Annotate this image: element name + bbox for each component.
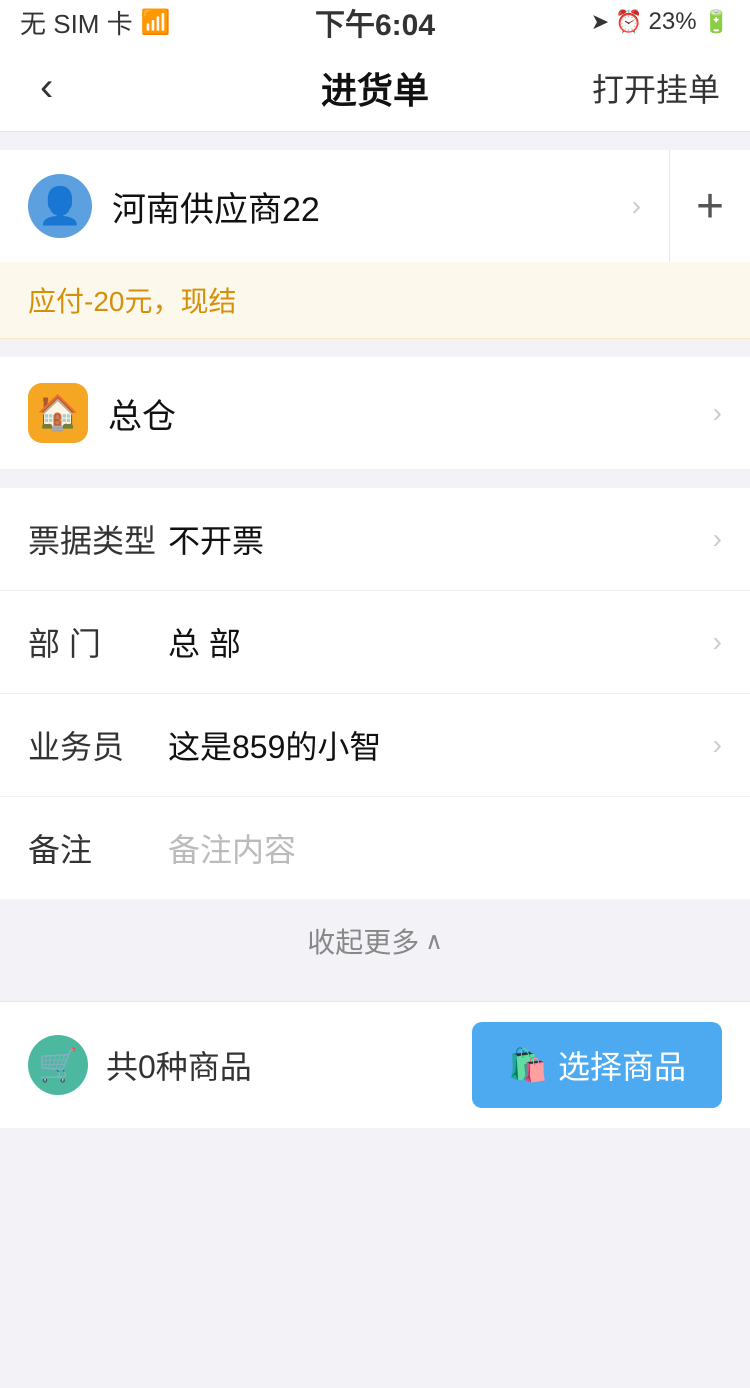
status-time: 下午6:04	[315, 0, 435, 44]
invoice-type-chevron-icon: ›	[713, 523, 722, 555]
supplier-section: 👤 河南供应商22 › +	[0, 150, 750, 262]
battery-label: 23%	[649, 8, 697, 36]
salesperson-value: 这是859的小智	[158, 722, 713, 768]
salesperson-chevron-icon: ›	[713, 729, 722, 761]
remark-row[interactable]: 备注 备注内容	[0, 797, 750, 899]
sim-label: 无 SIM 卡	[20, 4, 133, 41]
open-pending-button[interactable]: 打开挂单	[592, 65, 720, 111]
remark-placeholder: 备注内容	[158, 825, 722, 871]
warehouse-icon-bg: 🏠	[28, 383, 88, 443]
department-value: 总 部	[158, 619, 713, 665]
invoice-type-value: 不开票	[158, 516, 713, 562]
supplier-chevron-icon: ›	[632, 190, 641, 222]
section-gap-1	[0, 132, 750, 150]
product-count-label: 共0种商品	[106, 1042, 472, 1088]
alarm-icon: ⏰	[615, 9, 642, 35]
supplier-name: 河南供应商22	[112, 182, 632, 231]
select-product-cart-icon: 🛍️	[508, 1046, 548, 1084]
select-product-button[interactable]: 🛍️ 选择商品	[472, 1022, 722, 1108]
department-row[interactable]: 部 门 总 部 ›	[0, 591, 750, 694]
add-supplier-button[interactable]: +	[670, 150, 750, 262]
notice-banner: 应付-20元，现结	[0, 262, 750, 339]
salesperson-row[interactable]: 业务员 这是859的小智 ›	[0, 694, 750, 797]
cart-icon: 🛒	[38, 1046, 78, 1084]
location-icon: ➤	[591, 9, 609, 35]
warehouse-label: 总仓	[108, 389, 713, 438]
back-button[interactable]: ‹	[30, 55, 63, 120]
collapse-arrow-icon: ∧	[425, 927, 443, 956]
status-bar: 无 SIM 卡 📶 下午6:04 ➤ ⏰ 23% 🔋	[0, 0, 750, 44]
remark-label: 备注	[28, 825, 158, 871]
invoice-type-row[interactable]: 票据类型 不开票 ›	[0, 488, 750, 591]
content-background	[0, 1128, 750, 1388]
avatar-icon: 👤	[38, 185, 83, 227]
section-gap-3	[0, 983, 750, 1001]
product-cart-icon-bg: 🛒	[28, 1035, 88, 1095]
select-product-button-label: 选择商品	[558, 1042, 686, 1088]
department-chevron-icon: ›	[713, 626, 722, 658]
collapse-row[interactable]: 收起更多 ∧	[0, 899, 750, 983]
plus-icon: +	[696, 179, 724, 234]
battery-icon: 🔋	[703, 9, 730, 35]
warehouse-row[interactable]: 🏠 总仓 ›	[0, 357, 750, 470]
form-section: 票据类型 不开票 › 部 门 总 部 › 业务员 这是859的小智 › 备注 备…	[0, 488, 750, 899]
warehouse-emoji-icon: 🏠	[37, 393, 79, 433]
department-label: 部 门	[28, 619, 158, 665]
warehouse-section: 🏠 总仓 ›	[0, 357, 750, 470]
section-gap-2	[0, 339, 750, 357]
collapse-label: 收起更多	[307, 921, 419, 961]
status-right: ➤ ⏰ 23% 🔋	[591, 8, 730, 36]
invoice-type-label: 票据类型	[28, 516, 158, 562]
wifi-icon: 📶	[141, 8, 171, 37]
bottom-action-bar: 🛒 共0种商品 🛍️ 选择商品	[0, 1001, 750, 1128]
page-title: 进货单	[321, 62, 429, 114]
salesperson-label: 业务员	[28, 722, 158, 768]
supplier-main-area[interactable]: 👤 河南供应商22 ›	[0, 150, 670, 262]
notice-text: 应付-20元，现结	[28, 286, 236, 317]
status-left: 无 SIM 卡 📶	[20, 4, 171, 41]
supplier-avatar: 👤	[28, 174, 92, 238]
nav-bar: ‹ 进货单 打开挂单	[0, 44, 750, 132]
warehouse-chevron-icon: ›	[713, 397, 722, 429]
